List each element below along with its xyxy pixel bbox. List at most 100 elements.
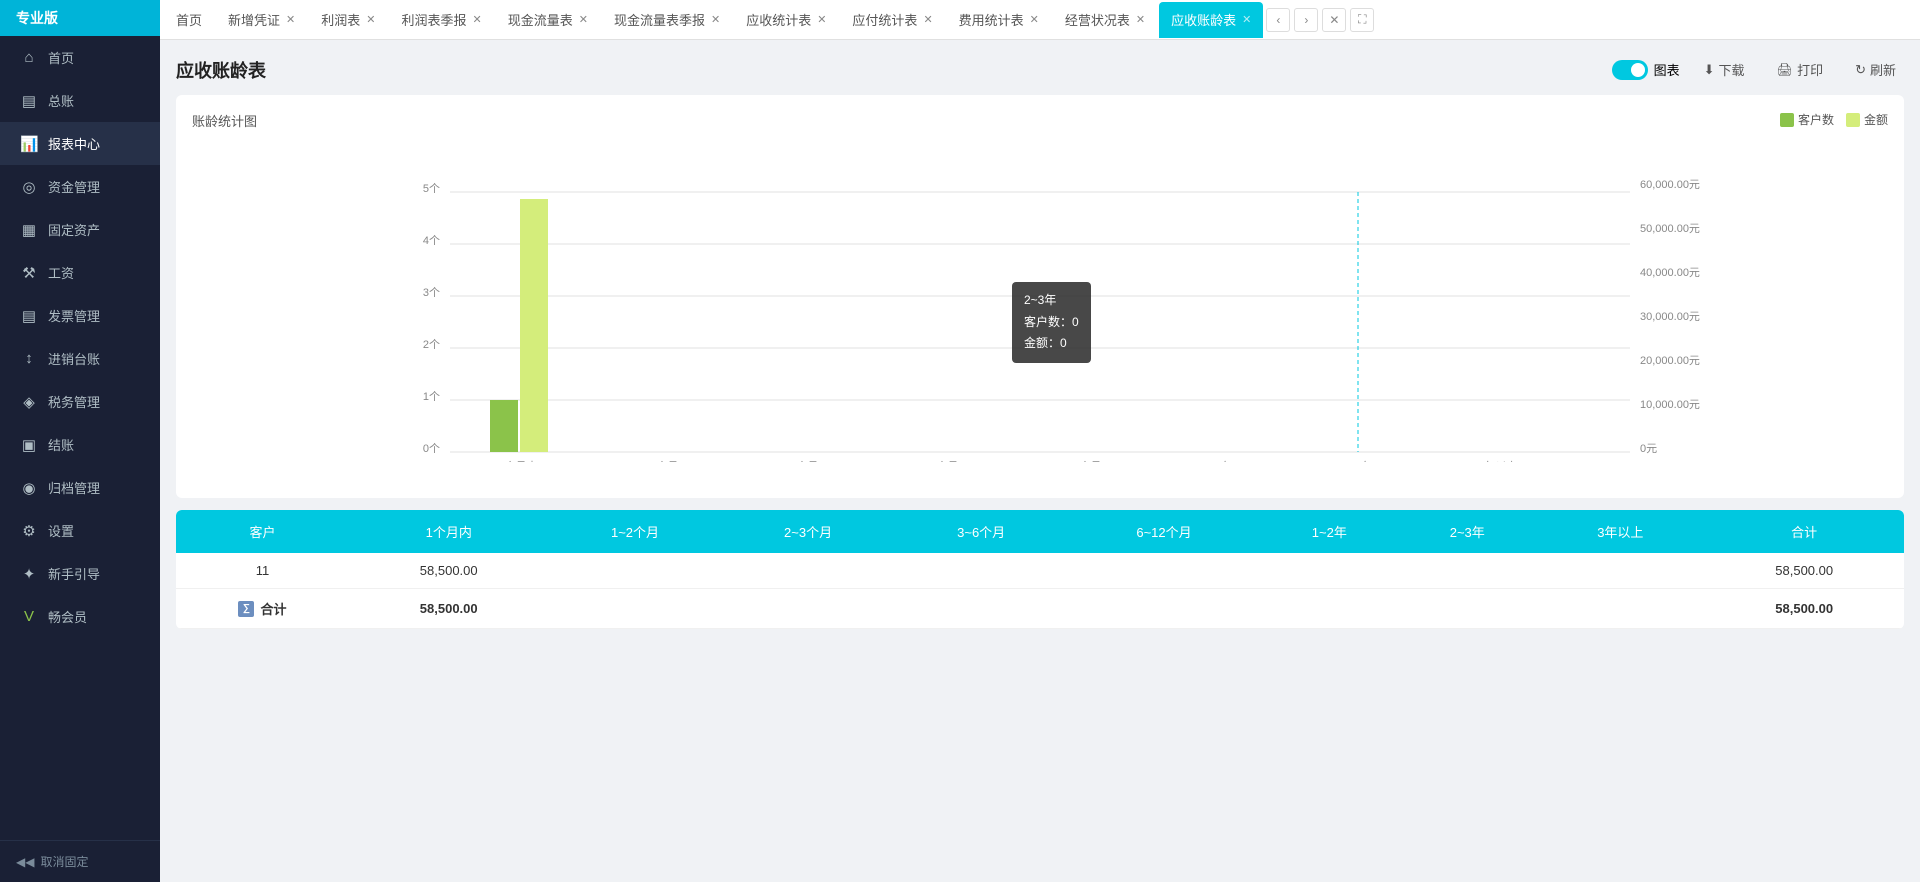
- chart-container: 0个 1个 2个 3个 4个 5个 0元 10,000.00元 20,000.0…: [192, 142, 1888, 482]
- tab-profit[interactable]: 利润表 ✕: [309, 2, 387, 38]
- col-total: 合计: [1704, 510, 1904, 553]
- legend-amount: 金额: [1846, 111, 1888, 128]
- tab-expense-stats[interactable]: 费用统计表 ✕: [947, 2, 1051, 38]
- tab-home[interactable]: 首页: [164, 2, 214, 38]
- bar-customers-0: [490, 400, 518, 452]
- sidebar-item-reports[interactable]: 📊 报表中心: [0, 122, 160, 165]
- sidebar-item-invoice[interactable]: ▤ 发票管理: [0, 294, 160, 337]
- col-m8: 3年以上: [1536, 510, 1704, 553]
- close-tab-profit-quarter[interactable]: ✕: [473, 13, 482, 26]
- close-tab-profit[interactable]: ✕: [366, 13, 375, 26]
- app-logo: 专业版: [0, 0, 160, 36]
- main-area: 首页 新增凭证 ✕ 利润表 ✕ 利润表季报 ✕ 现金流量表 ✕ 现金流量表季报 …: [160, 0, 1920, 882]
- tab-cashflow-quarter[interactable]: 现金流量表季报 ✕: [602, 2, 732, 38]
- sidebar: 专业版 ⌂ 首页 ▤ 总账 📊 报表中心 ◎ 资金管理 ▦ 固定资产 ⚒ 工资 …: [0, 0, 160, 882]
- total-m6: [1260, 589, 1398, 629]
- tab-maximize[interactable]: ⛶: [1350, 8, 1374, 32]
- home-icon: ⌂: [20, 49, 38, 66]
- sidebar-item-guide[interactable]: ✦ 新手引导: [0, 552, 160, 595]
- aging-table: 客户 1个月内 1~2个月 2~3个月 3~6个月 6~12个月 1~2年 2~…: [176, 510, 1904, 629]
- settings-icon: ⚙: [20, 522, 38, 540]
- close-tab-ap-stats[interactable]: ✕: [923, 13, 932, 26]
- close-tab-ar-aging[interactable]: ✕: [1242, 13, 1251, 26]
- sidebar-item-home[interactable]: ⌂ 首页: [0, 36, 160, 79]
- sidebar-label-salary: 工资: [48, 263, 74, 282]
- close-tab-voucher[interactable]: ✕: [286, 13, 295, 26]
- total-m8: [1536, 589, 1704, 629]
- close-tab-expense-stats[interactable]: ✕: [1030, 13, 1039, 26]
- print-icon: 🖨: [1777, 62, 1794, 78]
- cell-m6-0: [1260, 553, 1398, 589]
- chart-toggle-wrap: 图表: [1612, 60, 1680, 80]
- tab-ap-stats[interactable]: 应付统计表 ✕: [840, 2, 944, 38]
- svg-text:0个: 0个: [423, 442, 440, 455]
- chart-toggle-label: 图表: [1654, 60, 1680, 79]
- svg-text:3个: 3个: [423, 286, 440, 299]
- tab-voucher[interactable]: 新增凭证 ✕: [216, 2, 307, 38]
- sidebar-label-funds: 资金管理: [48, 177, 100, 196]
- tab-profit-quarter[interactable]: 利润表季报 ✕: [389, 2, 493, 38]
- pin-sidebar-button[interactable]: ◀◀ 取消固定: [0, 840, 160, 882]
- sidebar-item-vip[interactable]: V 畅会员: [0, 595, 160, 638]
- sidebar-label-ledger: 总账: [48, 91, 74, 110]
- svg-text:30,000.00元: 30,000.00元: [1640, 311, 1700, 323]
- chart-toggle[interactable]: [1612, 60, 1648, 80]
- sidebar-item-archive[interactable]: ◉ 归档管理: [0, 466, 160, 509]
- download-icon: ⬇: [1704, 62, 1715, 78]
- chart-legend: 客户数 金额: [1780, 111, 1888, 128]
- legend-customers-dot: [1780, 113, 1794, 127]
- total-m5: [1068, 589, 1261, 629]
- svg-text:0元: 0元: [1640, 443, 1657, 455]
- checkout-icon: ▣: [20, 436, 38, 454]
- header-actions: 图表 ⬇ 下载 🖨 打印 ↻ 刷新: [1612, 56, 1904, 83]
- pin-icon: ◀◀: [16, 855, 34, 869]
- tab-close-all[interactable]: ✕: [1322, 8, 1346, 32]
- cell-m2-0: [548, 553, 721, 589]
- print-button[interactable]: 🖨 打印: [1769, 56, 1832, 83]
- sidebar-item-assets[interactable]: ▦ 固定资产: [0, 208, 160, 251]
- legend-customers: 客户数: [1780, 111, 1834, 128]
- page-header: 应收账龄表 图表 ⬇ 下载 🖨 打印 ↻ 刷新: [176, 56, 1904, 83]
- svg-text:40,000.00元: 40,000.00元: [1640, 267, 1700, 279]
- table-row: 11 58,500.00 58,500.00: [176, 553, 1904, 589]
- refresh-button[interactable]: ↻ 刷新: [1847, 56, 1904, 83]
- close-tab-ar-stats[interactable]: ✕: [817, 13, 826, 26]
- sidebar-label-home: 首页: [48, 48, 74, 67]
- tab-cashflow[interactable]: 现金流量表 ✕: [496, 2, 600, 38]
- cell-m4-0: [895, 553, 1068, 589]
- svg-text:50,000.00元: 50,000.00元: [1640, 223, 1700, 235]
- col-customer: 客户: [176, 510, 349, 553]
- tab-ar-aging[interactable]: 应收账龄表 ✕: [1159, 2, 1263, 38]
- sidebar-label-invoice: 发票管理: [48, 306, 100, 325]
- reports-icon: 📊: [20, 135, 38, 153]
- sidebar-item-tax[interactable]: ◈ 税务管理: [0, 380, 160, 423]
- tab-ar-stats[interactable]: 应收统计表 ✕: [734, 2, 838, 38]
- sidebar-item-purchase[interactable]: ↕ 进销台账: [0, 337, 160, 380]
- sidebar-item-funds[interactable]: ◎ 资金管理: [0, 165, 160, 208]
- cell-m7-0: [1398, 553, 1536, 589]
- col-m4: 3~6个月: [895, 510, 1068, 553]
- chart-card: 账龄统计图 客户数 金额 0个 1个 2个 3个 4个: [176, 95, 1904, 498]
- sidebar-label-reports: 报表中心: [48, 134, 100, 153]
- pin-label: 取消固定: [40, 853, 88, 870]
- salary-icon: ⚒: [20, 264, 38, 282]
- close-tab-cashflow[interactable]: ✕: [579, 13, 588, 26]
- total-m3: [722, 589, 895, 629]
- col-m5: 6~12个月: [1068, 510, 1261, 553]
- col-m7: 2~3年: [1398, 510, 1536, 553]
- invoice-icon: ▤: [20, 307, 38, 325]
- sidebar-item-settings[interactable]: ⚙ 设置: [0, 509, 160, 552]
- tab-operations[interactable]: 经营状况表 ✕: [1053, 2, 1157, 38]
- tab-nav-prev[interactable]: ‹: [1266, 8, 1290, 32]
- sidebar-item-salary[interactable]: ⚒ 工资: [0, 251, 160, 294]
- col-m3: 2~3个月: [722, 510, 895, 553]
- tab-nav-next[interactable]: ›: [1294, 8, 1318, 32]
- sidebar-item-ledger[interactable]: ▤ 总账: [0, 79, 160, 122]
- close-tab-operations[interactable]: ✕: [1136, 13, 1145, 26]
- download-button[interactable]: ⬇ 下载: [1696, 56, 1753, 83]
- sidebar-label-archive: 归档管理: [48, 478, 100, 497]
- svg-text:3~6个月: 3~6个月: [918, 460, 959, 462]
- svg-text:2~3个月: 2~3个月: [778, 460, 819, 462]
- close-tab-cashflow-quarter[interactable]: ✕: [711, 13, 720, 26]
- sidebar-item-checkout[interactable]: ▣ 结账: [0, 423, 160, 466]
